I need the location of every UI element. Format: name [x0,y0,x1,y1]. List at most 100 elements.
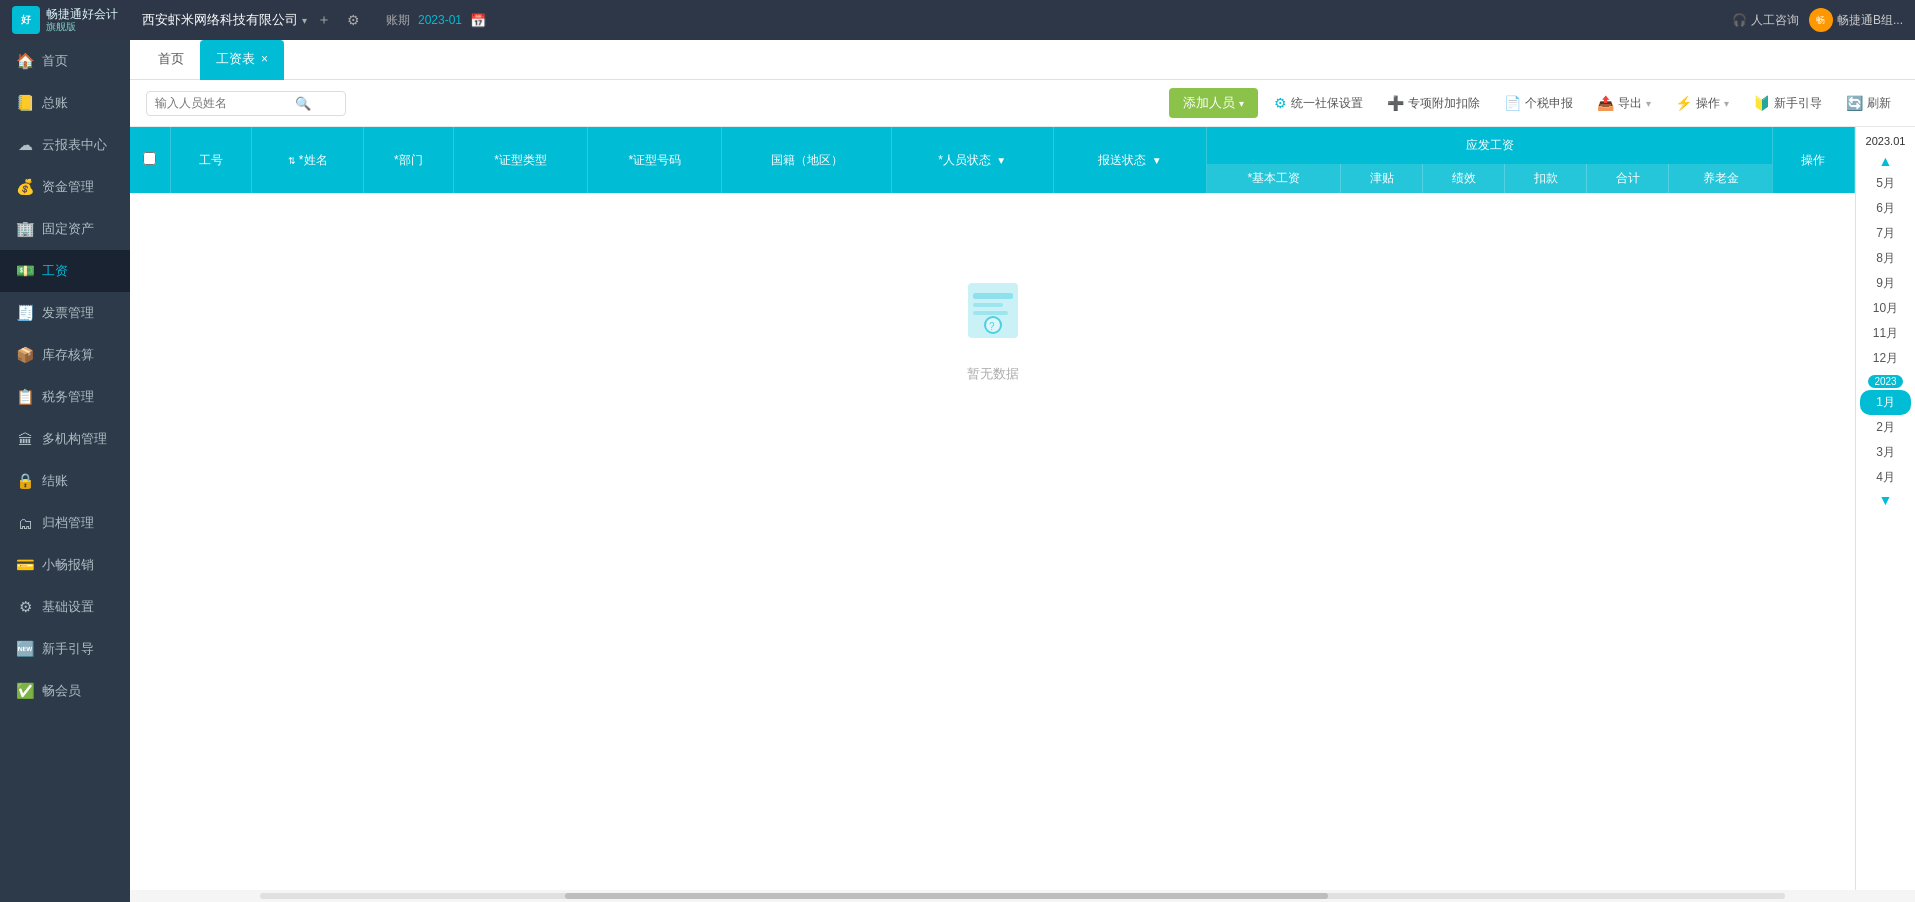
person-status-filter-icon[interactable]: ▼ [996,155,1006,166]
sidebar: 🏠 首页 📒 总账 ☁ 云报表中心 💰 资金管理 🏢 固定资产 💵 工资 🧾 发… [0,40,130,902]
sidebar-item-tax[interactable]: 📋 税务管理 [0,376,130,418]
service-btn[interactable]: 🎧 人工咨询 [1732,12,1799,29]
th-dept: *部门 [363,127,453,193]
sidebar-item-archive[interactable]: 🗂 归档管理 [0,502,130,544]
period-month-12[interactable]: 12月 [1856,346,1915,371]
salary-icon: 💵 [16,262,34,280]
sidebar-item-guide[interactable]: 🆕 新手引导 [0,628,130,670]
period-nav-up[interactable]: ▲ [1877,151,1895,171]
company-area: 西安虾米网络科技有限公司 ▾ ＋ ⚙ 账期 2023-01 📅 [142,11,1732,29]
sidebar-label-guide: 新手引导 [42,640,94,658]
sidebar-label-archive: 归档管理 [42,514,94,532]
expense-icon: 💳 [16,556,34,574]
add-person-button[interactable]: 添加人员 ▾ [1169,88,1258,118]
sidebar-item-expense[interactable]: 💳 小畅报销 [0,544,130,586]
sidebar-item-cloud[interactable]: ☁ 云报表中心 [0,124,130,166]
period-month-8[interactable]: 8月 [1856,246,1915,271]
toolbar: 🔍 添加人员 ▾ ⚙ 统一社保设置 ➕ 专项附加扣除 📄 个税申报 📤 导出 [130,80,1915,127]
tab-home[interactable]: 首页 [142,40,200,80]
salary-table: 工号 ⇅ *姓名 *部门 *证型类型 *证型号码 国籍（地区） *人员状态 ▼ [130,127,1855,193]
sidebar-item-salary[interactable]: 💵 工资 [0,250,130,292]
user-avatar: 畅 [1809,8,1833,32]
scrollbar-track[interactable] [260,893,1785,899]
th-id: 工号 [170,127,252,193]
social-settings-btn[interactable]: ⚙ 统一社保设置 [1266,91,1371,116]
archive-icon: 🗂 [16,515,34,532]
period-month-10[interactable]: 10月 [1856,296,1915,321]
sidebar-item-inventory[interactable]: 📦 库存核算 [0,334,130,376]
ledger-icon: 📒 [16,94,34,112]
add-company-icon[interactable]: ＋ [311,11,337,29]
sidebar-item-multi[interactable]: 🏛 多机构管理 [0,418,130,460]
company-name[interactable]: 西安虾米网络科技有限公司 [142,11,298,29]
period-month-11[interactable]: 11月 [1856,321,1915,346]
report-status-filter-icon[interactable]: ▼ [1152,155,1162,166]
sidebar-item-member[interactable]: ✅ 畅会员 [0,670,130,712]
logo-area: 好 畅捷通好会计 旗舰版 [12,6,142,34]
period-month-2-2023[interactable]: 2月 [1856,415,1915,440]
th-base-salary: *基本工资 [1207,164,1341,193]
main-layout: 🏠 首页 📒 总账 ☁ 云报表中心 💰 资金管理 🏢 固定资产 💵 工资 🧾 发… [0,40,1915,902]
period-month-7[interactable]: 7月 [1856,221,1915,246]
sidebar-label-invoice: 发票管理 [42,304,94,322]
search-wrap: 🔍 [146,91,346,116]
guide-toolbar-icon: 🔰 [1753,95,1770,111]
period-month-1-2023[interactable]: 1月 [1860,390,1911,415]
tax-icon: 📋 [16,388,34,406]
headset-icon: 🎧 [1732,13,1747,27]
company-settings-icon[interactable]: ⚙ [341,12,366,28]
sidebar-item-ledger[interactable]: 📒 总账 [0,82,130,124]
th-name-sort-icon: ⇅ [288,156,296,166]
company-dropdown-icon[interactable]: ▾ [302,15,307,26]
period-month-3-2023[interactable]: 3月 [1856,440,1915,465]
sidebar-item-assets[interactable]: 🏢 固定资产 [0,208,130,250]
period-month-4-2023[interactable]: 4月 [1856,465,1915,490]
sidebar-label-expense: 小畅报销 [42,556,94,574]
th-total: 合计 [1587,164,1669,193]
table-wrap: 工号 ⇅ *姓名 *部门 *证型类型 *证型号码 国籍（地区） *人员状态 ▼ [130,127,1855,890]
table-header-row1: 工号 ⇅ *姓名 *部门 *证型类型 *证型号码 国籍（地区） *人员状态 ▼ [130,127,1855,164]
inventory-icon: 📦 [16,346,34,364]
sidebar-item-invoice[interactable]: 🧾 发票管理 [0,292,130,334]
th-id-type: *证型类型 [454,127,588,193]
period-value[interactable]: 2023-01 [418,13,462,27]
tab-salary-close[interactable]: × [261,52,268,66]
settings-icon: ⚙ [16,598,34,616]
operate-btn[interactable]: ⚡ 操作 ▾ [1667,91,1737,116]
search-input[interactable] [155,96,295,110]
export-label: 导出 [1618,95,1642,112]
period-month-6[interactable]: 6月 [1856,196,1915,221]
tax-report-btn[interactable]: 📄 个税申报 [1496,91,1581,116]
deduct-icon: ➕ [1387,95,1404,111]
period-month-5[interactable]: 5月 [1856,171,1915,196]
close-period-icon: 🔒 [16,472,34,490]
sidebar-item-close[interactable]: 🔒 结账 [0,460,130,502]
select-all-checkbox[interactable] [143,152,156,165]
sidebar-item-settings[interactable]: ⚙ 基础设置 [0,586,130,628]
scrollbar-thumb[interactable] [565,893,1328,899]
th-performance: 绩效 [1423,164,1505,193]
svg-text:?: ? [989,321,995,332]
calendar-icon[interactable]: 📅 [470,13,486,28]
deduct-btn[interactable]: ➕ 专项附加扣除 [1379,91,1488,116]
invoice-icon: 🧾 [16,304,34,322]
sidebar-item-fund[interactable]: 💰 资金管理 [0,166,130,208]
tab-bar: 首页 工资表 × [130,40,1915,80]
period-panel: 2023.01 ▲ 5月 6月 7月 8月 9月 10月 11月 12月 202… [1855,127,1915,890]
period-nav-down[interactable]: ▼ [1877,490,1895,510]
search-icon: 🔍 [295,96,311,111]
svg-rect-3 [973,311,1008,315]
tab-salary[interactable]: 工资表 × [200,40,284,80]
th-deduction: 扣款 [1505,164,1587,193]
sidebar-item-home[interactable]: 🏠 首页 [0,40,130,82]
period-month-9[interactable]: 9月 [1856,271,1915,296]
content-area: 首页 工资表 × 🔍 添加人员 ▾ ⚙ 统一社保设置 ➕ [130,40,1915,902]
refresh-btn[interactable]: 🔄 刷新 [1838,91,1899,116]
empty-state-icon: ? [953,273,1033,353]
export-btn[interactable]: 📤 导出 ▾ [1589,91,1659,116]
user-btn[interactable]: 畅 畅捷通B组... [1809,8,1903,32]
guide-btn[interactable]: 🔰 新手引导 [1745,91,1830,116]
svg-rect-1 [973,293,1013,299]
sidebar-label-close: 结账 [42,472,68,490]
member-icon: ✅ [16,682,34,700]
